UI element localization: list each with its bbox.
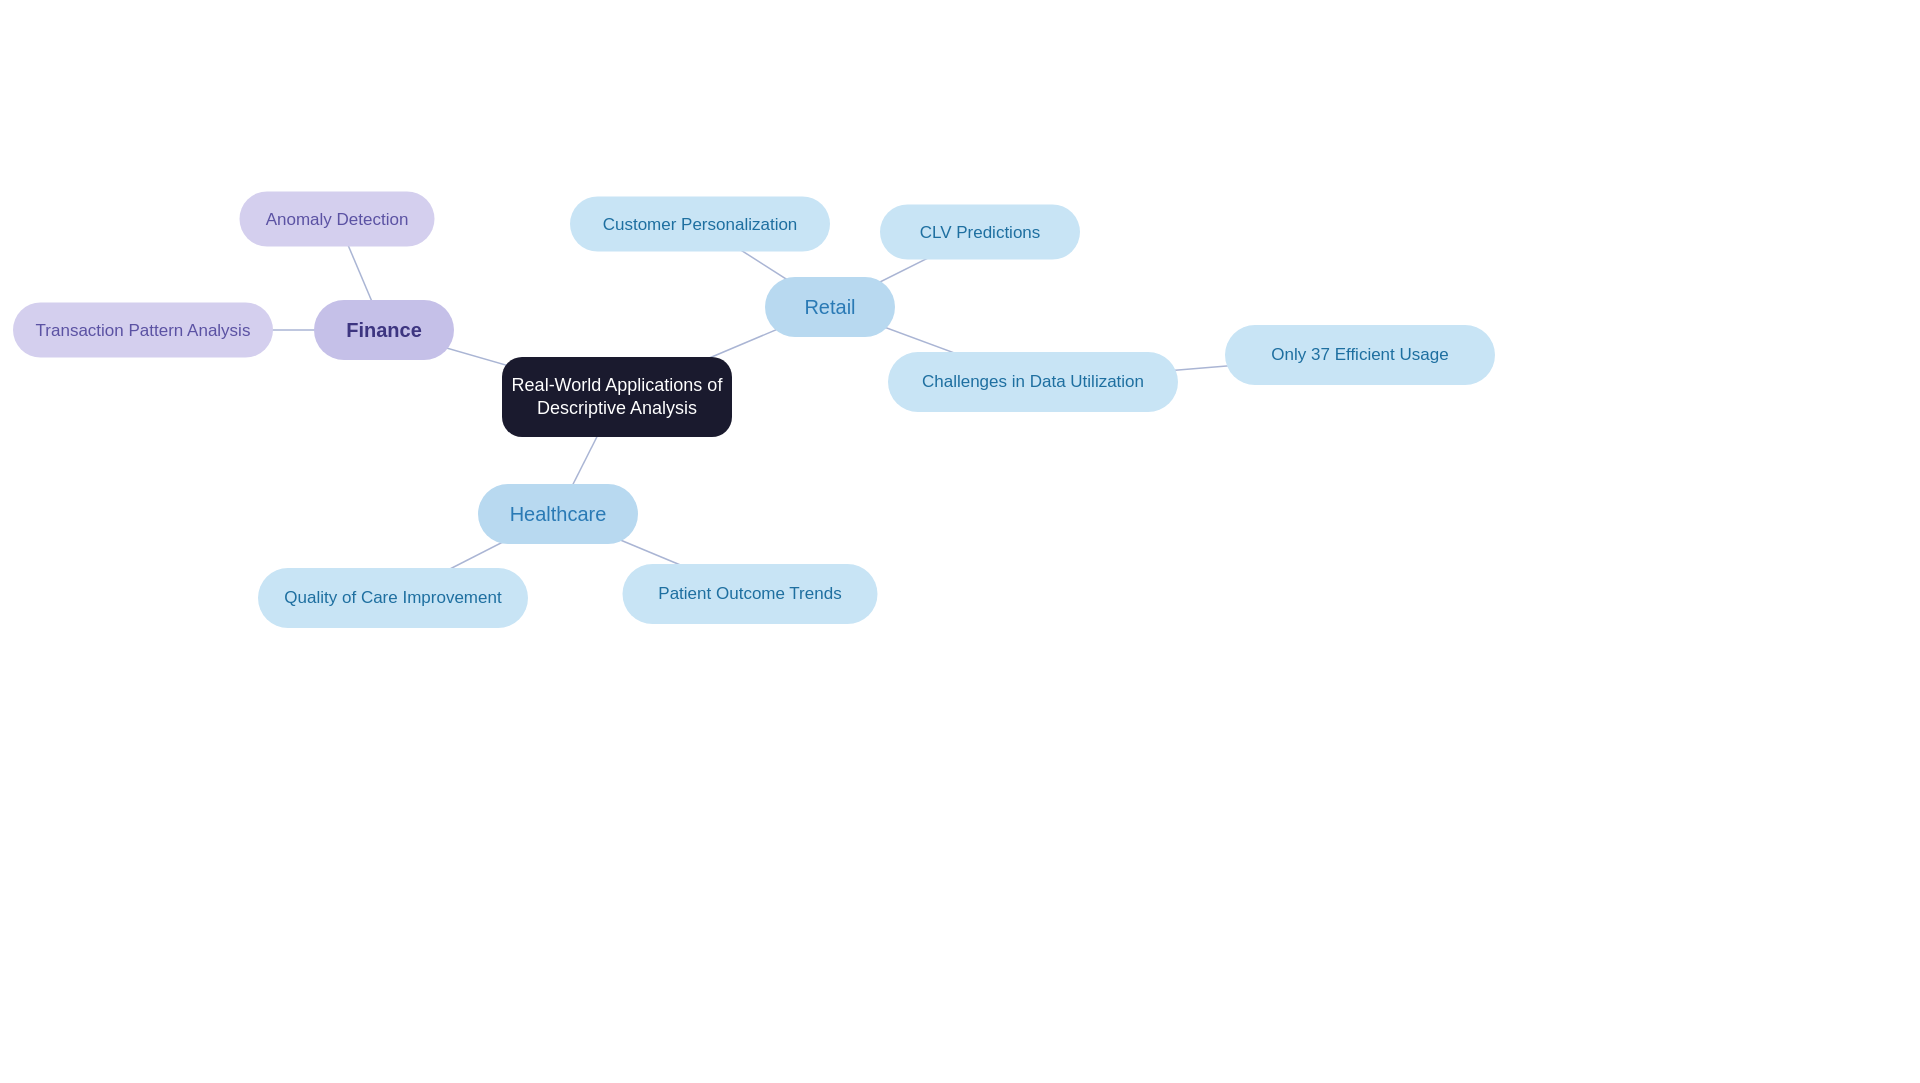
patient-node-label: Patient Outcome Trends xyxy=(658,584,841,604)
challenges-data-utilization-node[interactable]: Challenges in Data Utilization xyxy=(888,352,1178,412)
challenges-node-label: Challenges in Data Utilization xyxy=(922,372,1144,392)
retail-node[interactable]: Retail xyxy=(765,277,895,337)
customer-personalization-node[interactable]: Customer Personalization xyxy=(570,197,830,252)
quality-care-node[interactable]: Quality of Care Improvement xyxy=(258,568,528,628)
patient-outcome-node[interactable]: Patient Outcome Trends xyxy=(623,564,878,624)
finance-node-label: Finance xyxy=(346,319,422,342)
customer-node-label: Customer Personalization xyxy=(603,214,798,234)
efficient-usage-node[interactable]: Only 37 Efficient Usage xyxy=(1225,325,1495,385)
clv-node-label: CLV Predictions xyxy=(920,222,1041,242)
quality-node-label: Quality of Care Improvement xyxy=(284,588,501,608)
clv-predictions-node[interactable]: CLV Predictions xyxy=(880,205,1080,260)
healthcare-node[interactable]: Healthcare xyxy=(478,484,638,544)
healthcare-node-label: Healthcare xyxy=(510,503,607,526)
transaction-node-label: Transaction Pattern Analysis xyxy=(36,320,251,340)
center-node-label: Real-World Applications of Descriptive A… xyxy=(512,374,723,421)
retail-node-label: Retail xyxy=(804,296,855,319)
transaction-pattern-node[interactable]: Transaction Pattern Analysis xyxy=(13,303,273,358)
center-node[interactable]: Real-World Applications of Descriptive A… xyxy=(502,357,732,437)
anomaly-node-label: Anomaly Detection xyxy=(266,209,409,229)
efficient-node-label: Only 37 Efficient Usage xyxy=(1271,345,1448,365)
anomaly-detection-node[interactable]: Anomaly Detection xyxy=(240,192,435,247)
finance-node[interactable]: Finance xyxy=(314,300,454,360)
